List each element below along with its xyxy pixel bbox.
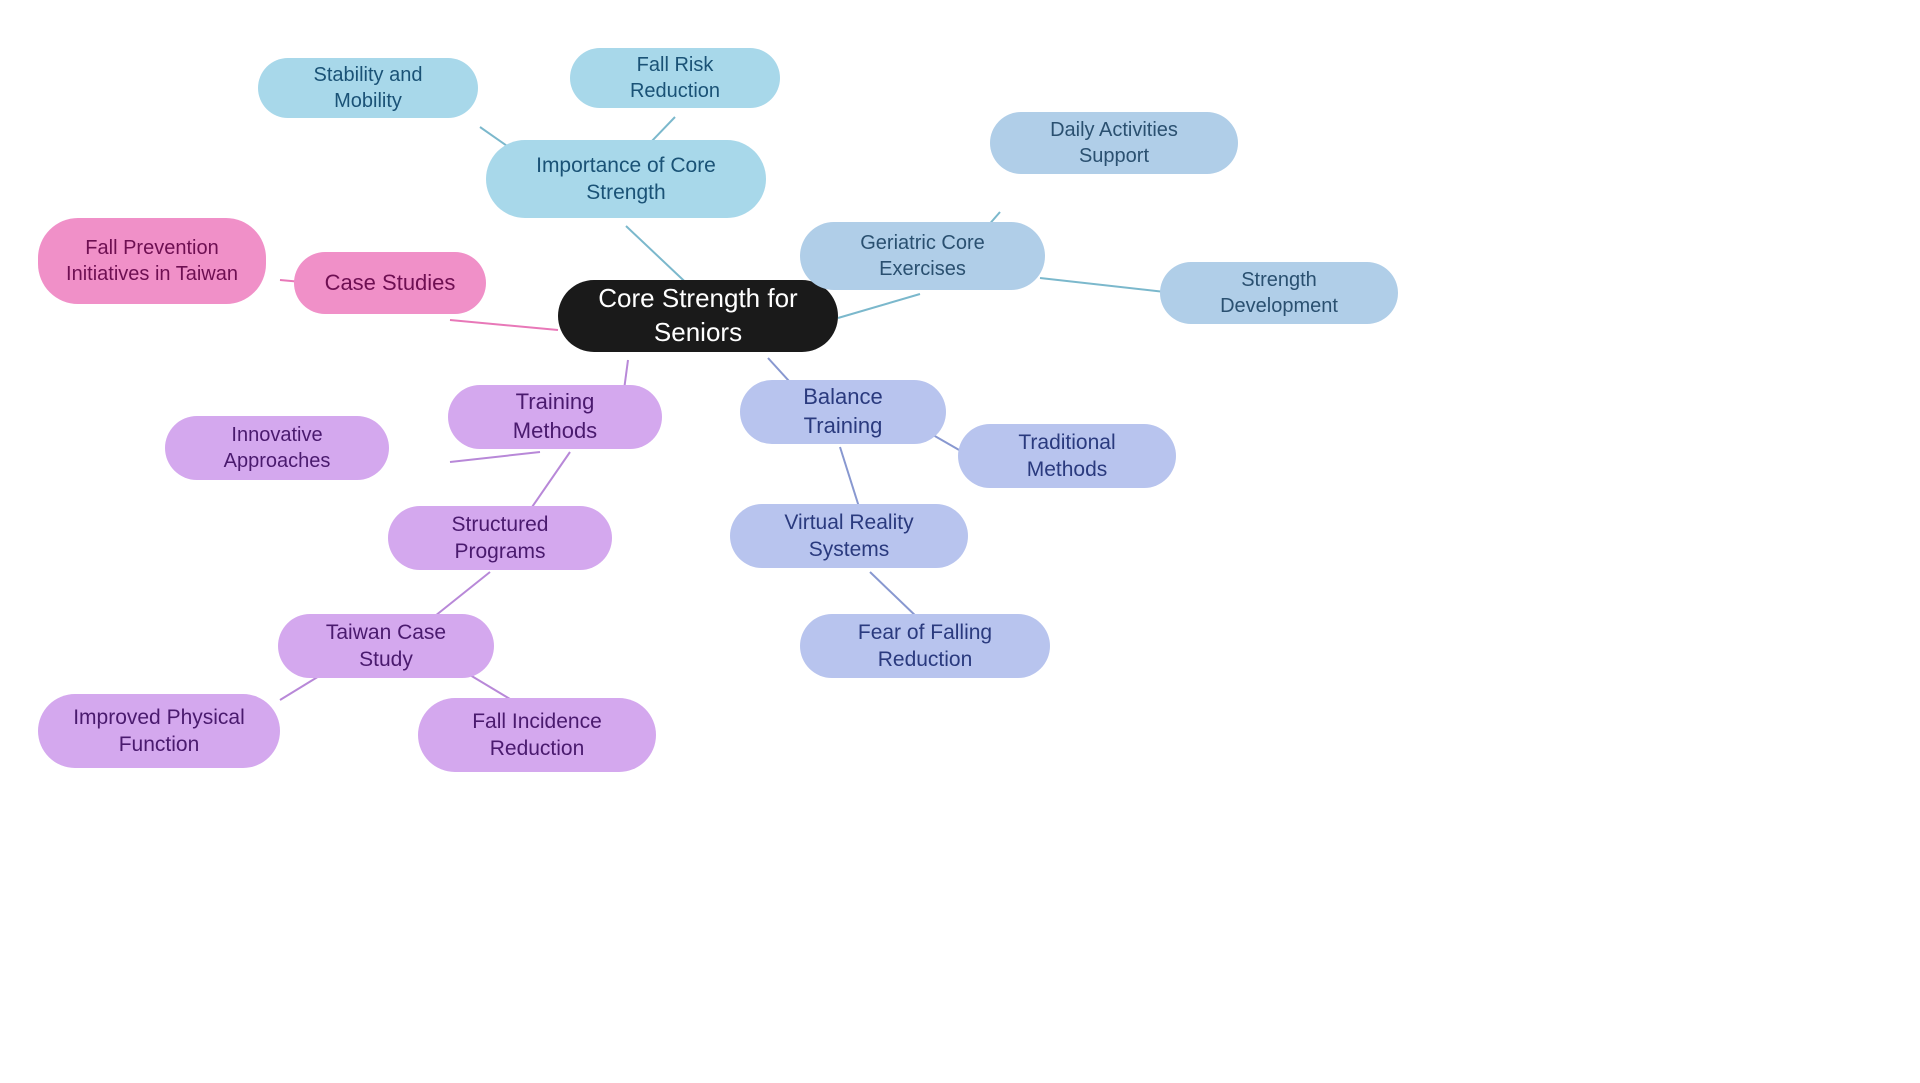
innovative-approaches-node[interactable]: Innovative Approaches	[165, 416, 389, 480]
fear-falling-node[interactable]: Fear of Falling Reduction	[800, 614, 1050, 678]
fall-incidence-node[interactable]: Fall Incidence Reduction	[418, 698, 656, 772]
traditional-methods-node[interactable]: Traditional Methods	[958, 424, 1176, 488]
vr-systems-node[interactable]: Virtual Reality Systems	[730, 504, 968, 568]
training-methods-node[interactable]: Training Methods	[448, 385, 662, 449]
center-node[interactable]: Core Strength for Seniors	[558, 280, 838, 352]
structured-programs-node[interactable]: Structured Programs	[388, 506, 612, 570]
geriatric-exercises-node[interactable]: Geriatric Core Exercises	[800, 222, 1045, 290]
strength-dev-node[interactable]: Strength Development	[1160, 262, 1398, 324]
fall-prevention-taiwan-node[interactable]: Fall Prevention Initiatives in Taiwan	[38, 218, 266, 304]
importance-core-node[interactable]: Importance of Core Strength	[486, 140, 766, 218]
improved-physical-node[interactable]: Improved Physical Function	[38, 694, 280, 768]
case-studies-node[interactable]: Case Studies	[294, 252, 486, 314]
fall-risk-node[interactable]: Fall Risk Reduction	[570, 48, 780, 108]
daily-activities-node[interactable]: Daily Activities Support	[990, 112, 1238, 174]
balance-training-node[interactable]: Balance Training	[740, 380, 946, 444]
taiwan-case-study-node[interactable]: Taiwan Case Study	[278, 614, 494, 678]
stability-mobility-node[interactable]: Stability and Mobility	[258, 58, 478, 118]
